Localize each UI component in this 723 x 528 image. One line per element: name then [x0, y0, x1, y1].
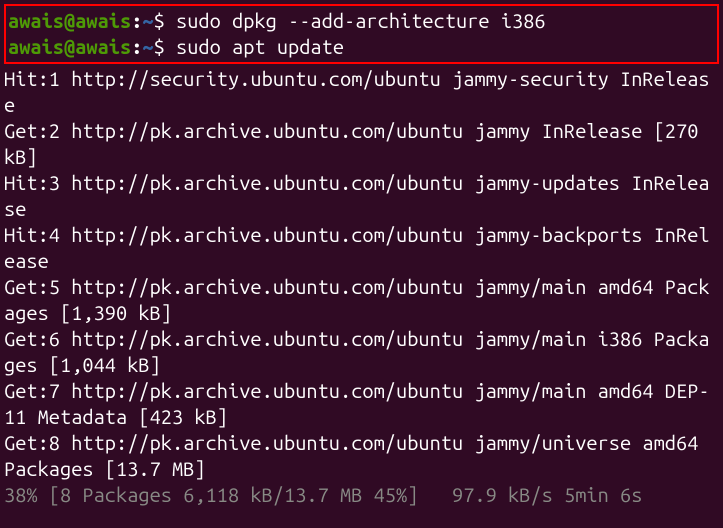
- prompt-path: ~: [142, 9, 153, 32]
- prompt-user-host: awais@awais: [8, 35, 131, 58]
- apt-output-line-3: Hit:3 http://pk.archive.ubuntu.com/ubunt…: [4, 170, 719, 222]
- command-text-1: sudo dpkg --add-architecture i386: [176, 9, 546, 32]
- apt-output-line-1: Hit:1 http://security.ubuntu.com/ubuntu …: [4, 66, 719, 118]
- command-line-2[interactable]: awais@awais:~$ sudo apt update: [8, 34, 715, 60]
- prompt-dollar: $: [154, 9, 176, 32]
- progress-left: 38% [8 Packages 6,118 kB/13.7 MB 45%]: [4, 483, 418, 506]
- progress-right: 97.9 kB/s 5min 6s: [452, 483, 642, 506]
- command-text-2: sudo apt update: [176, 35, 344, 58]
- progress-spacer: [418, 483, 452, 506]
- apt-output-line-8: Get:8 http://pk.archive.ubuntu.com/ubunt…: [4, 430, 719, 482]
- prompt-colon: :: [131, 35, 142, 58]
- apt-output-line-2: Get:2 http://pk.archive.ubuntu.com/ubunt…: [4, 118, 719, 170]
- apt-output-line-4: Hit:4 http://pk.archive.ubuntu.com/ubunt…: [4, 222, 719, 274]
- apt-output-line-6: Get:6 http://pk.archive.ubuntu.com/ubunt…: [4, 326, 719, 378]
- prompt-user-host: awais@awais: [8, 9, 131, 32]
- apt-output-line-7: Get:7 http://pk.archive.ubuntu.com/ubunt…: [4, 378, 719, 430]
- highlighted-commands: awais@awais:~$ sudo dpkg --add-architect…: [4, 4, 719, 64]
- apt-progress-line: 38% [8 Packages 6,118 kB/13.7 MB 45%] 97…: [4, 482, 719, 508]
- prompt-colon: :: [131, 9, 142, 32]
- prompt-dollar: $: [154, 35, 176, 58]
- prompt-path: ~: [142, 35, 153, 58]
- apt-output-line-5: Get:5 http://pk.archive.ubuntu.com/ubunt…: [4, 274, 719, 326]
- command-line-1[interactable]: awais@awais:~$ sudo dpkg --add-architect…: [8, 8, 715, 34]
